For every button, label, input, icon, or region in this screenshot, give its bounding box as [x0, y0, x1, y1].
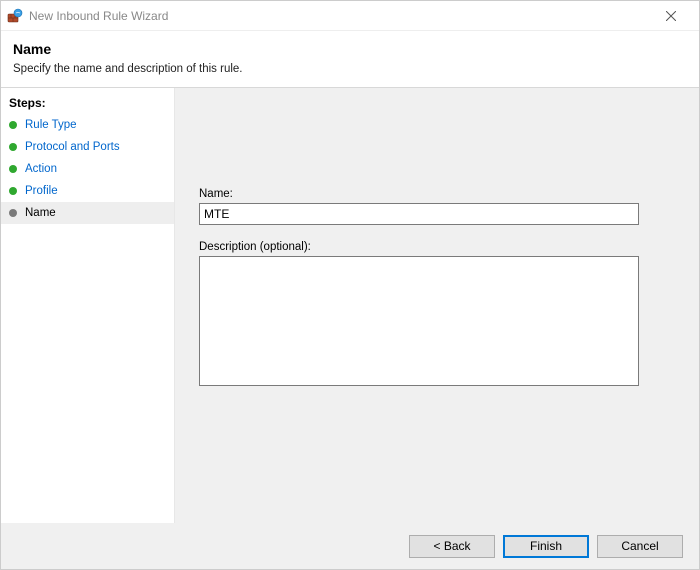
step-link[interactable]: Protocol and Ports [25, 141, 120, 153]
wizard-window: New Inbound Rule Wizard Name Specify the… [0, 0, 700, 570]
close-icon [666, 11, 676, 21]
step-link[interactable]: Profile [25, 185, 58, 197]
description-input[interactable] [199, 256, 639, 386]
step-link[interactable]: Action [25, 163, 57, 175]
name-label: Name: [199, 188, 675, 200]
step-label: Name [25, 207, 56, 219]
wizard-header: Name Specify the name and description of… [1, 31, 699, 88]
step-link[interactable]: Rule Type [25, 119, 77, 131]
step-rule-type[interactable]: Rule Type [1, 114, 174, 136]
cancel-button[interactable]: Cancel [597, 535, 683, 558]
titlebar: New Inbound Rule Wizard [1, 1, 699, 31]
steps-heading: Steps: [1, 94, 174, 114]
step-action[interactable]: Action [1, 158, 174, 180]
steps-sidebar: Steps: Rule Type Protocol and Ports Acti… [1, 88, 175, 523]
wizard-body: Steps: Rule Type Protocol and Ports Acti… [1, 88, 699, 523]
wizard-footer: < Back Finish Cancel [1, 523, 699, 569]
wizard-content: Name: Description (optional): [175, 88, 699, 523]
page-title: Name [13, 41, 687, 57]
page-subtitle: Specify the name and description of this… [13, 63, 687, 75]
step-bullet-icon [9, 187, 17, 195]
description-label: Description (optional): [199, 241, 675, 253]
back-button[interactable]: < Back [409, 535, 495, 558]
step-bullet-icon [9, 165, 17, 173]
window-title: New Inbound Rule Wizard [29, 9, 648, 23]
close-button[interactable] [648, 2, 693, 30]
firewall-icon [7, 8, 23, 24]
step-bullet-icon [9, 121, 17, 129]
step-bullet-icon [9, 143, 17, 151]
step-bullet-icon [9, 209, 17, 217]
finish-button[interactable]: Finish [503, 535, 589, 558]
step-name[interactable]: Name [1, 202, 174, 224]
step-profile[interactable]: Profile [1, 180, 174, 202]
name-input[interactable] [199, 203, 639, 225]
step-protocol-and-ports[interactable]: Protocol and Ports [1, 136, 174, 158]
